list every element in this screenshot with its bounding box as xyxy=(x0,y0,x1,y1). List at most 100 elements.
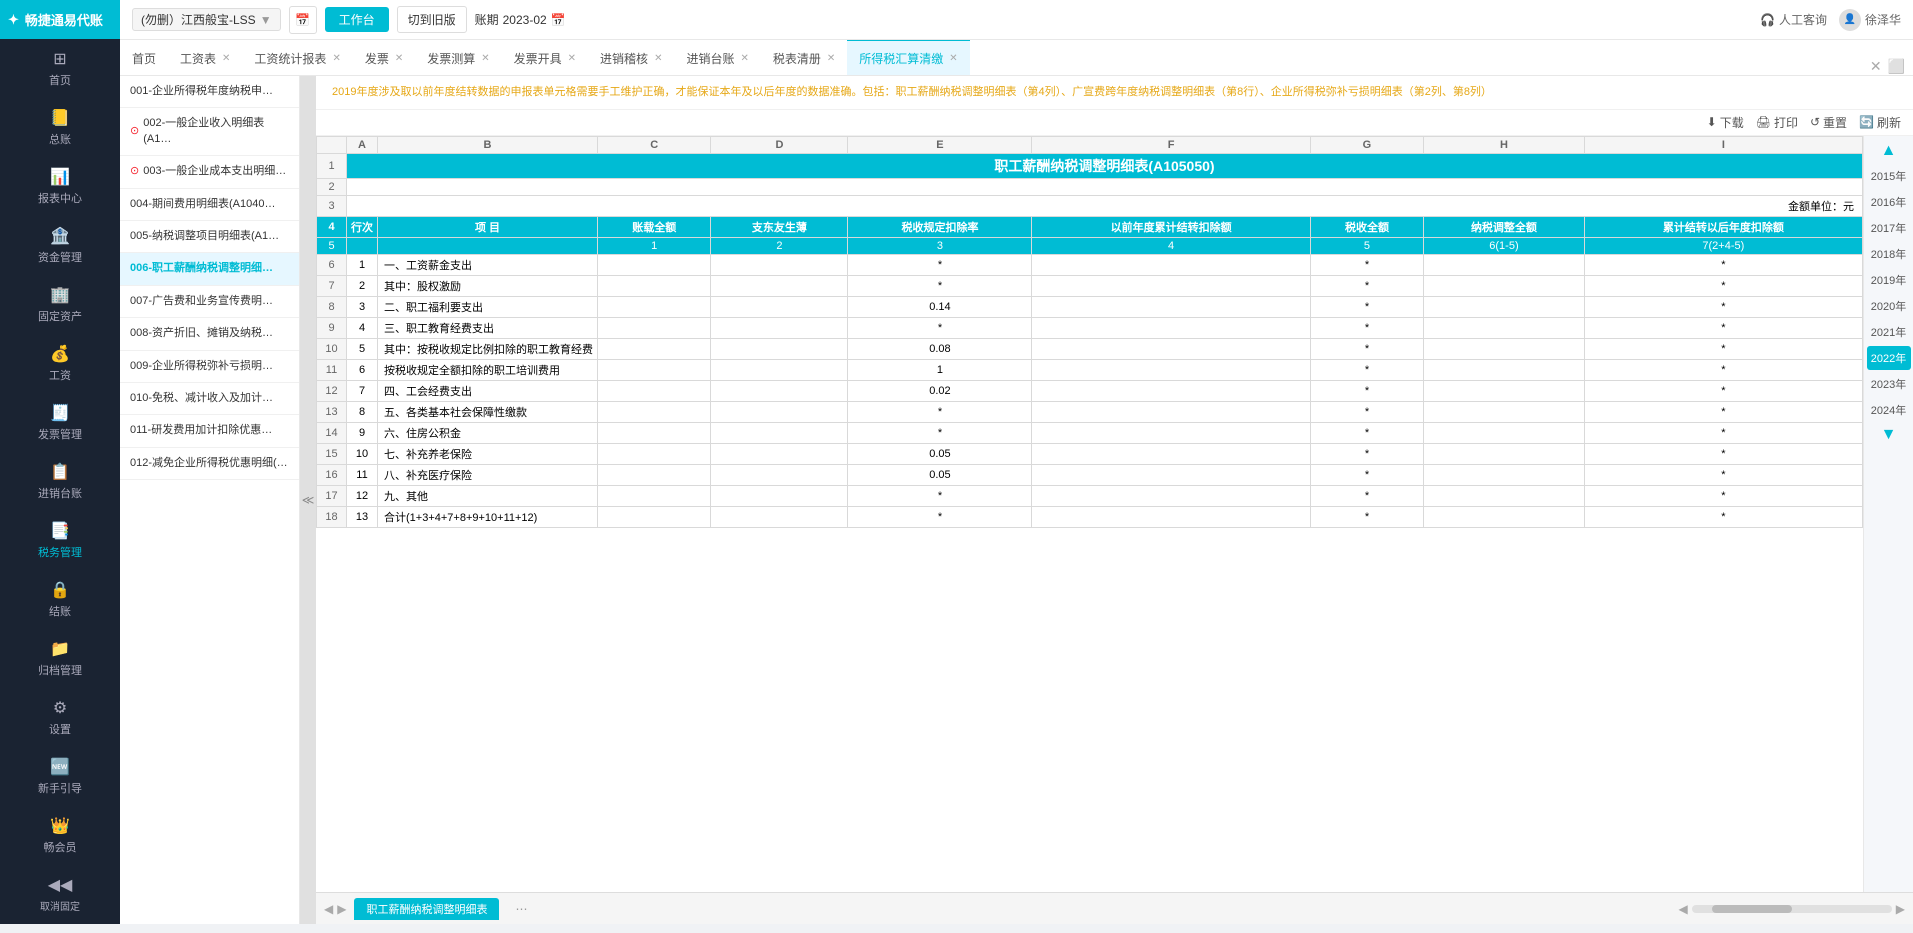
c1-3[interactable] xyxy=(598,296,711,317)
tab-close-invoice-open[interactable]: ✕ xyxy=(568,53,576,64)
c2-13[interactable] xyxy=(711,506,848,527)
tab-close-tax-clear[interactable]: ✕ xyxy=(827,53,835,64)
tab-close-payroll-stats[interactable]: ✕ xyxy=(332,53,340,64)
nav-left-icon[interactable]: ◀ xyxy=(324,902,333,916)
tab-close-invoice-calc[interactable]: ✕ xyxy=(481,53,489,64)
c1-5[interactable] xyxy=(598,338,711,359)
sidebar-item-vip[interactable]: 👑畅会员 xyxy=(0,806,120,865)
collapse-button[interactable]: ≪ xyxy=(300,76,316,924)
old-version-button[interactable]: 切到旧版 xyxy=(397,6,467,33)
sidebar-item-reports[interactable]: 📊报表中心 xyxy=(0,157,120,216)
tab-invoice-calc[interactable]: 发票测算✕ xyxy=(415,40,501,75)
sidebar-item-ledger[interactable]: 📒总账 xyxy=(0,98,120,157)
c2-4[interactable] xyxy=(711,317,848,338)
year-item-2024年[interactable]: 2024年 xyxy=(1867,398,1911,422)
year-item-2021年[interactable]: 2021年 xyxy=(1867,320,1911,344)
print-button[interactable]: 🖨 打印 xyxy=(1756,114,1798,131)
c1-4[interactable] xyxy=(598,317,711,338)
year-scroll-down[interactable]: ▼ xyxy=(1879,424,1899,446)
c4-3[interactable] xyxy=(1032,296,1310,317)
sidebar-item-archive[interactable]: 📁归档管理 xyxy=(0,629,120,688)
download-button[interactable]: ⬇ 下载 xyxy=(1707,114,1744,131)
c4-10[interactable] xyxy=(1032,443,1310,464)
sidebar-item-cancel[interactable]: ◀◀ 取消固定 xyxy=(0,865,120,923)
c1-13[interactable] xyxy=(598,506,711,527)
tab-close-invoice[interactable]: ✕ xyxy=(395,53,403,64)
c2-10[interactable] xyxy=(711,443,848,464)
nav-right-icon[interactable]: ▶ xyxy=(337,902,346,916)
tab-close-purchase-ledger[interactable]: ✕ xyxy=(740,53,748,64)
tab-payroll-stats[interactable]: 工资统计报表✕ xyxy=(242,40,352,75)
c4-9[interactable] xyxy=(1032,422,1310,443)
c4-6[interactable] xyxy=(1032,359,1310,380)
left-panel-item-009[interactable]: 009-企业所得税弥补亏损明… xyxy=(120,351,299,383)
c2-6[interactable] xyxy=(711,359,848,380)
year-scroll-up[interactable]: ▲ xyxy=(1879,140,1899,162)
year-item-2022年[interactable]: 2022年 xyxy=(1867,346,1911,370)
c4-5[interactable] xyxy=(1032,338,1310,359)
tab-close-payroll[interactable]: ✕ xyxy=(222,53,230,64)
left-panel-item-007[interactable]: 007-广告费和业务宣传费明… xyxy=(120,286,299,318)
sidebar-item-guide[interactable]: 🆕新手引导 xyxy=(0,747,120,806)
bottom-dots-menu[interactable]: ⋯ xyxy=(515,902,527,916)
c4-11[interactable] xyxy=(1032,464,1310,485)
refresh-button[interactable]: 🔄 刷新 xyxy=(1859,114,1901,131)
c2-9[interactable] xyxy=(711,422,848,443)
c1-12[interactable] xyxy=(598,485,711,506)
tab-close-purchase-check[interactable]: ✕ xyxy=(654,53,662,64)
tab-invoice[interactable]: 发票✕ xyxy=(353,40,415,75)
c1-10[interactable] xyxy=(598,443,711,464)
c1-1[interactable] xyxy=(598,254,711,275)
left-panel-item-012[interactable]: 012-减免企业所得税优惠明细(… xyxy=(120,448,299,480)
left-panel-item-010[interactable]: 010-免税、减计收入及加计… xyxy=(120,383,299,415)
sidebar-item-payroll[interactable]: 💰工资 xyxy=(0,334,120,393)
c4-13[interactable] xyxy=(1032,506,1310,527)
c2-2[interactable] xyxy=(711,275,848,296)
tabs-maximize[interactable]: ⬜ xyxy=(1888,58,1905,75)
c1-11[interactable] xyxy=(598,464,711,485)
c2-8[interactable] xyxy=(711,401,848,422)
tab-tax-clear[interactable]: 税表清册✕ xyxy=(761,40,847,75)
c4-1[interactable] xyxy=(1032,254,1310,275)
c2-7[interactable] xyxy=(711,380,848,401)
c4-2[interactable] xyxy=(1032,275,1310,296)
year-item-2019年[interactable]: 2019年 xyxy=(1867,268,1911,292)
left-panel-item-005[interactable]: 005-纳税调整项目明细表(A1… xyxy=(120,221,299,253)
scroll-right-icon[interactable]: ▶ xyxy=(1896,902,1905,916)
tab-home[interactable]: 首页 xyxy=(120,40,168,75)
company-selector[interactable]: (勿删）江西般宝-LSS ▼ xyxy=(132,8,281,31)
c1-9[interactable] xyxy=(598,422,711,443)
sidebar-item-assets[interactable]: 🏦资金管理 xyxy=(0,216,120,275)
left-panel-item-001[interactable]: 001-企业所得税年度纳税申… xyxy=(120,76,299,108)
c2-3[interactable] xyxy=(711,296,848,317)
scroll-left-icon[interactable]: ◀ xyxy=(1679,902,1688,916)
c1-6[interactable] xyxy=(598,359,711,380)
year-item-2020年[interactable]: 2020年 xyxy=(1867,294,1911,318)
tab-close-income-tax[interactable]: ✕ xyxy=(949,53,957,64)
year-item-2015年[interactable]: 2015年 xyxy=(1867,164,1911,188)
work-platform-button[interactable]: 工作台 xyxy=(325,7,389,32)
left-panel-item-011[interactable]: 011-研发费用加计扣除优惠… xyxy=(120,415,299,447)
c2-11[interactable] xyxy=(711,464,848,485)
c2-1[interactable] xyxy=(711,254,848,275)
tab-invoice-open[interactable]: 发票开具✕ xyxy=(502,40,588,75)
c2-5[interactable] xyxy=(711,338,848,359)
year-item-2016年[interactable]: 2016年 xyxy=(1867,190,1911,214)
left-panel-item-006[interactable]: 006-职工薪酬纳税调整明细… xyxy=(120,253,299,285)
tab-purchase-check[interactable]: 进销稽核✕ xyxy=(588,40,674,75)
year-item-2023年[interactable]: 2023年 xyxy=(1867,372,1911,396)
left-panel-item-002[interactable]: ⊙002-一般企业收入明细表(A1… xyxy=(120,108,299,156)
period-selector[interactable]: 账期 2023-02 📅 xyxy=(475,11,566,28)
sidebar-item-close[interactable]: 🔒结账 xyxy=(0,570,120,629)
sidebar-item-home[interactable]: ⊞首页 xyxy=(0,39,120,98)
sidebar-item-settings[interactable]: ⚙设置 xyxy=(0,688,120,747)
c4-8[interactable] xyxy=(1032,401,1310,422)
sidebar-item-invoice[interactable]: 🧾发票管理 xyxy=(0,393,120,452)
c1-8[interactable] xyxy=(598,401,711,422)
user-menu[interactable]: 👤 徐泽华 xyxy=(1839,9,1901,31)
left-panel-item-008[interactable]: 008-资产折旧、摊销及纳税… xyxy=(120,318,299,350)
tab-payroll[interactable]: 工资表✕ xyxy=(168,40,242,75)
tab-income-tax[interactable]: 所得税汇算清缴✕ xyxy=(847,40,969,75)
left-panel-item-004[interactable]: 004-期间费用明细表(A1040… xyxy=(120,189,299,221)
c4-4[interactable] xyxy=(1032,317,1310,338)
